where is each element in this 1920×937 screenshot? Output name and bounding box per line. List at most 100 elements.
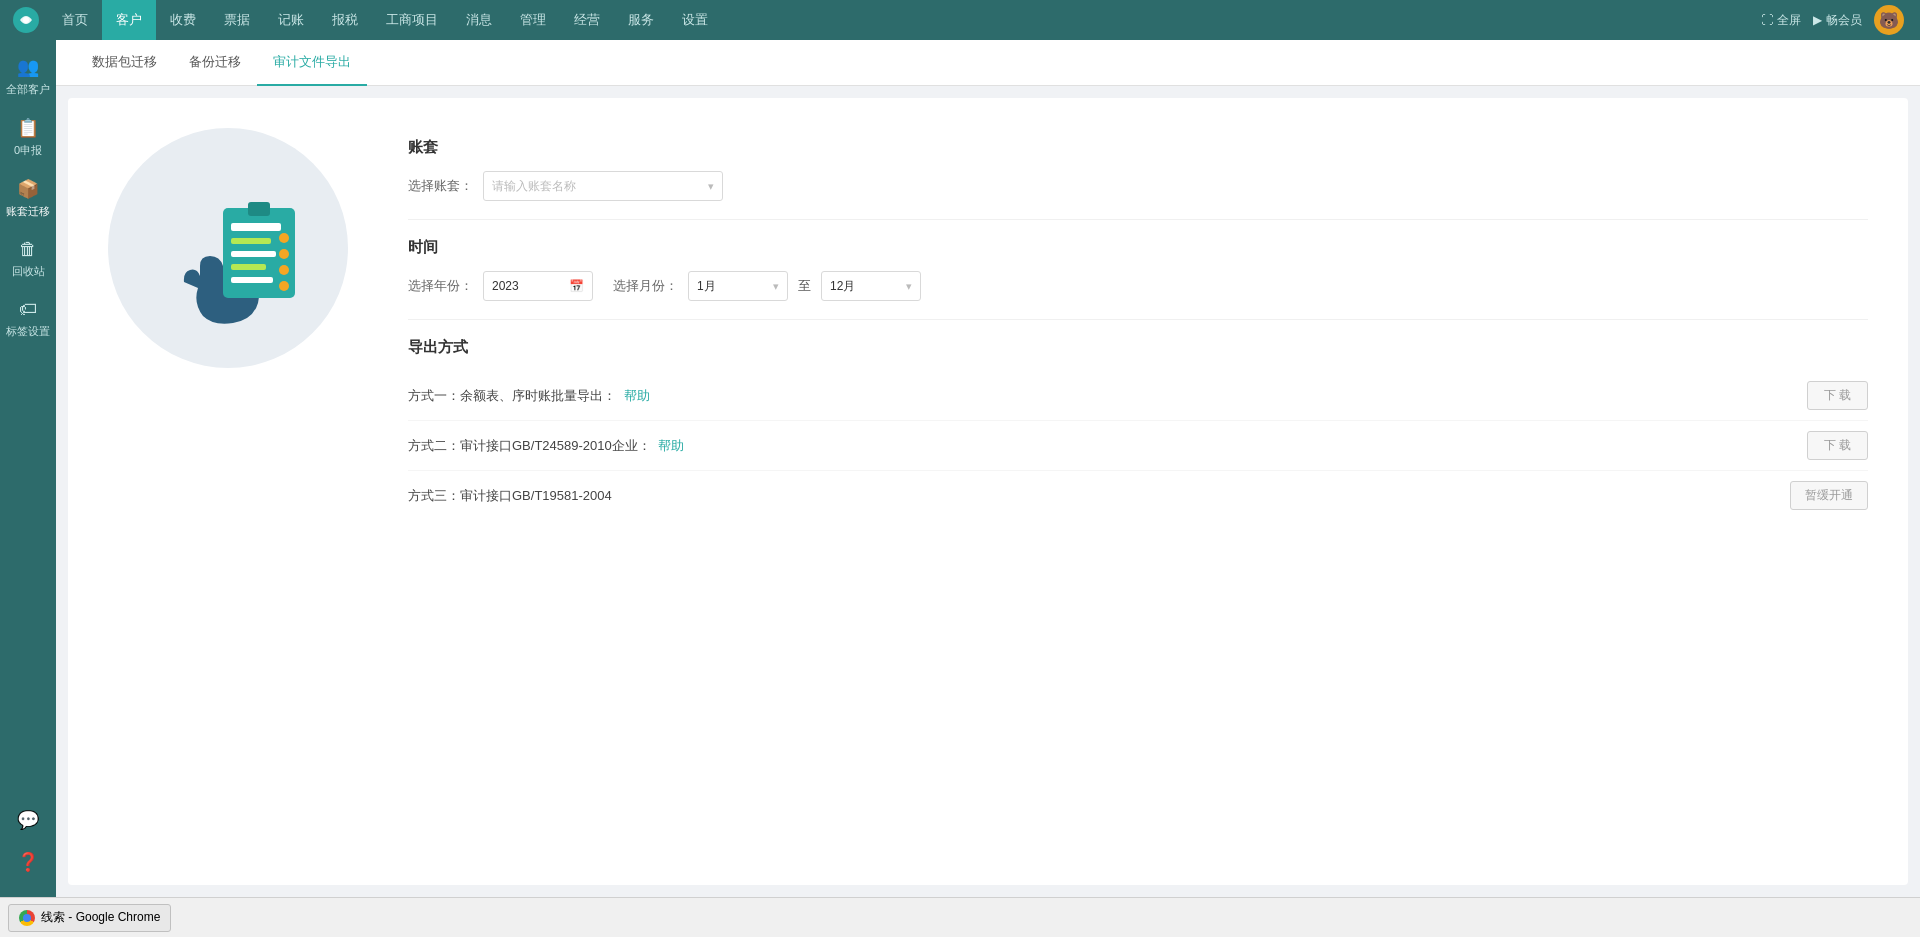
nav-billing[interactable]: 收费 [156, 0, 210, 40]
export-method-3: 方式三：审计接口GB/T19581-2004 暂缓开通 [408, 471, 1868, 520]
nav-message[interactable]: 消息 [452, 0, 506, 40]
fullscreen-icon: ⛶ [1761, 13, 1773, 27]
nav-operation[interactable]: 经营 [560, 0, 614, 40]
sidebar-label-migration: 账套迁移 [6, 204, 50, 219]
migration-icon: 📦 [17, 178, 39, 200]
separator: 至 [798, 277, 811, 295]
account-row: 选择账套： 请输入账套名称 ▾ [408, 171, 1868, 201]
sidebar-bottom: 💬 ❓ [2, 801, 54, 897]
export-section: 方式一：余额表、序时账批量导出： 帮助 下 载 方式二：审计接口GB/T2458… [408, 371, 1868, 520]
sidebar-item-chat[interactable]: 💬 [2, 801, 54, 839]
main-layout: 👥 全部客户 📋 0申报 📦 账套迁移 🗑 回收站 🏷 标签设置 💬 ❓ [0, 40, 1920, 897]
download-button-1[interactable]: 下 载 [1807, 381, 1868, 410]
export-label-1: 方式一：余额表、序时账批量导出： 帮助 [408, 387, 650, 405]
tab-audit-export[interactable]: 审计文件导出 [257, 40, 367, 86]
declaration-icon: 📋 [17, 117, 39, 139]
nav-business[interactable]: 工商项目 [372, 0, 452, 40]
sidebar-item-label-settings[interactable]: 🏷 标签设置 [2, 291, 54, 347]
avatar[interactable]: 🐻 [1874, 5, 1904, 35]
illustration-circle [108, 128, 348, 368]
sidebar-label-tags: 标签设置 [6, 324, 50, 339]
recycle-icon: 🗑 [19, 239, 37, 260]
export-label-3: 方式三：审计接口GB/T19581-2004 [408, 487, 612, 505]
sidebar-label-customers: 全部客户 [6, 82, 50, 97]
open-button-3[interactable]: 暂缓开通 [1790, 481, 1868, 510]
taskbar-chrome-label: 线索 - Google Chrome [41, 909, 160, 926]
export-method-3-text: 方式三：审计接口GB/T19581-2004 [408, 488, 612, 503]
month-label: 选择月份： [613, 277, 678, 295]
time-divider [408, 319, 1868, 320]
sidebar-item-all-customers[interactable]: 👥 全部客户 [2, 48, 54, 105]
nav-manage[interactable]: 管理 [506, 0, 560, 40]
sidebar-item-recycle[interactable]: 🗑 回收站 [2, 231, 54, 287]
nav-bookkeeping[interactable]: 记账 [264, 0, 318, 40]
top-navigation: 首页 客户 收费 票据 记账 报税 工商项目 消息 管理 经营 服务 设置 ⛶ … [0, 0, 1920, 40]
vip-icon: ▶ [1813, 13, 1822, 27]
month-start-select[interactable]: 1月 ▾ [688, 271, 788, 301]
app-logo [8, 2, 44, 38]
customers-icon: 👥 [17, 56, 39, 78]
nav-customer[interactable]: 客户 [102, 0, 156, 40]
chat-icon: 💬 [17, 809, 39, 831]
svg-rect-5 [231, 251, 276, 257]
svg-rect-7 [231, 277, 273, 283]
year-input[interactable]: 2023 📅 [483, 271, 593, 301]
svg-rect-12 [248, 202, 270, 216]
fullscreen-label: 全屏 [1777, 12, 1801, 29]
calendar-icon: 📅 [569, 279, 584, 293]
export-method-2: 方式二：审计接口GB/T24589-2010企业： 帮助 下 载 [408, 421, 1868, 471]
content-area: 数据包迁移 备份迁移 审计文件导出 [56, 40, 1920, 897]
svg-point-11 [279, 281, 289, 291]
svg-point-1 [23, 17, 29, 23]
top-nav-right: ⛶ 全屏 ▶ 畅会员 🐻 [1761, 5, 1920, 35]
svg-rect-4 [231, 238, 271, 244]
export-section-title: 导出方式 [408, 338, 1868, 357]
month-end-select[interactable]: 12月 ▾ [821, 271, 921, 301]
svg-point-8 [279, 233, 289, 243]
tab-data-migration[interactable]: 数据包迁移 [76, 40, 173, 86]
taskbar-chrome[interactable]: 线索 - Google Chrome [8, 904, 171, 932]
taskbar: 线索 - Google Chrome [0, 897, 1920, 937]
year-value: 2023 [492, 279, 561, 293]
sidebar-item-account-migration[interactable]: 📦 账套迁移 [2, 170, 54, 227]
sidebar-item-zero-declaration[interactable]: 📋 0申报 [2, 109, 54, 166]
tab-backup-migration[interactable]: 备份迁移 [173, 40, 257, 86]
svg-rect-3 [231, 223, 281, 231]
account-chevron-icon: ▾ [708, 180, 714, 193]
export-method-2-help[interactable]: 帮助 [658, 438, 684, 453]
vip-button[interactable]: ▶ 畅会员 [1813, 12, 1862, 29]
form-area: 账套 选择账套： 请输入账套名称 ▾ 时间 选择年份： 2023 📅 [408, 128, 1868, 520]
label-icon: 🏷 [19, 299, 37, 320]
account-section-title: 账套 [408, 138, 1868, 157]
illustration-area [108, 128, 348, 368]
svg-rect-6 [231, 264, 266, 270]
chrome-icon [19, 910, 35, 926]
nav-settings[interactable]: 设置 [668, 0, 722, 40]
sidebar-label-declaration: 0申报 [14, 143, 42, 158]
vip-label: 畅会员 [1826, 12, 1862, 29]
export-method-1-help[interactable]: 帮助 [624, 388, 650, 403]
tabs-bar: 数据包迁移 备份迁移 审计文件导出 [56, 40, 1920, 86]
sidebar-item-help[interactable]: ❓ [2, 843, 54, 881]
svg-point-10 [279, 265, 289, 275]
download-button-2[interactable]: 下 载 [1807, 431, 1868, 460]
fullscreen-button[interactable]: ⛶ 全屏 [1761, 12, 1801, 29]
account-placeholder: 请输入账套名称 [492, 178, 700, 195]
account-divider [408, 219, 1868, 220]
export-label-2: 方式二：审计接口GB/T24589-2010企业： 帮助 [408, 437, 684, 455]
page-content: 账套 选择账套： 请输入账套名称 ▾ 时间 选择年份： 2023 📅 [68, 98, 1908, 885]
account-select[interactable]: 请输入账套名称 ▾ [483, 171, 723, 201]
nav-service[interactable]: 服务 [614, 0, 668, 40]
export-method-1-text: 方式一：余额表、序时账批量导出： [408, 388, 616, 403]
month-start-value: 1月 [697, 278, 765, 295]
nav-invoice[interactable]: 票据 [210, 0, 264, 40]
nav-items: 首页 客户 收费 票据 记账 报税 工商项目 消息 管理 经营 服务 设置 [48, 0, 1761, 40]
time-row: 选择年份： 2023 📅 选择月份： 1月 ▾ 至 12月 ▾ [408, 271, 1868, 301]
account-label: 选择账套： [408, 177, 473, 195]
nav-tax[interactable]: 报税 [318, 0, 372, 40]
export-method-2-text: 方式二：审计接口GB/T24589-2010企业： [408, 438, 651, 453]
month-start-chevron-icon: ▾ [773, 280, 779, 293]
left-sidebar: 👥 全部客户 📋 0申报 📦 账套迁移 🗑 回收站 🏷 标签设置 💬 ❓ [0, 40, 56, 897]
sidebar-label-recycle: 回收站 [12, 264, 45, 279]
nav-home[interactable]: 首页 [48, 0, 102, 40]
